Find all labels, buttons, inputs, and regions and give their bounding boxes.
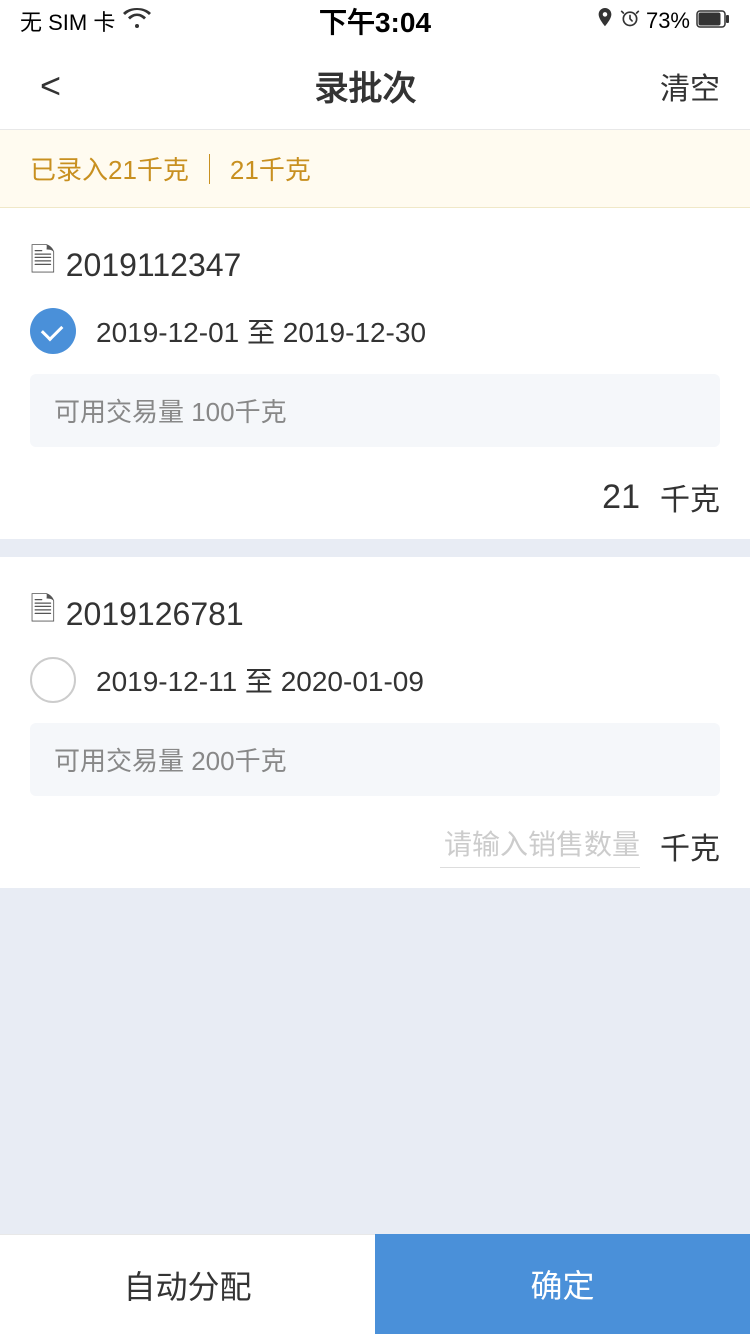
alarm-icon (620, 8, 640, 34)
batch-date-row-2[interactable]: 2019-12-11 至 2020-01-09 (30, 657, 720, 703)
section-divider (0, 539, 750, 557)
wifi-icon (123, 8, 151, 34)
batch-available-2: 可用交易量 200千克 (30, 723, 720, 796)
summary-label: 已录入21千克 (30, 150, 189, 187)
batch-id-row-2: 🗎 2019126781 (30, 587, 720, 641)
page-title: 录批次 (315, 61, 417, 110)
nav-bar: < 录批次 清空 (0, 42, 750, 130)
time-label: 下午3:04 (319, 1, 431, 41)
batch-item-1: 🗎 2019112347 2019-12-01 至 2019-12-30 可用交… (0, 208, 750, 447)
carrier-label: 无 SIM 卡 (20, 5, 115, 37)
quantity-unit-2: 千克 (660, 824, 720, 868)
doc-icon-1: 🗎 (30, 238, 56, 292)
battery-label: 73% (646, 8, 690, 34)
status-left: 无 SIM 卡 (20, 5, 151, 37)
summary-bar: 已录入21千克 21千克 (0, 130, 750, 208)
doc-icon-2: 🗎 (30, 587, 56, 641)
batch-date-1: 2019-12-01 至 2019-12-30 (96, 311, 426, 351)
quantity-input-wrap-2[interactable] (30, 824, 640, 868)
quantity-row-1: 21 千克 (0, 447, 750, 539)
quantity-row-2: 千克 (0, 796, 750, 888)
batch-date-2: 2019-12-11 至 2020-01-09 (96, 660, 424, 700)
batch-radio-1[interactable] (30, 308, 76, 354)
confirm-button[interactable]: 确定 (375, 1234, 750, 1334)
back-button[interactable]: < (30, 55, 71, 117)
batch-date-row-1[interactable]: 2019-12-01 至 2019-12-30 (30, 308, 720, 354)
quantity-value-1: 21 (602, 478, 640, 517)
batch-id-row-1: 🗎 2019112347 (30, 238, 720, 292)
batch-id-1: 2019112347 (66, 247, 242, 284)
battery-icon (696, 8, 730, 34)
summary-divider (209, 154, 210, 184)
quantity-input-2[interactable] (440, 824, 640, 868)
batch-id-2: 2019126781 (66, 596, 244, 633)
content-area: 🗎 2019112347 2019-12-01 至 2019-12-30 可用交… (0, 208, 750, 1312)
quantity-input-wrap-1: 21 (30, 478, 640, 517)
status-right: 73% (596, 8, 730, 34)
batch-available-1: 可用交易量 100千克 (30, 374, 720, 447)
bottom-bar: 自动分配 确定 (0, 1234, 750, 1334)
location-icon (596, 8, 614, 34)
status-bar: 无 SIM 卡 下午3:04 73% (0, 0, 750, 42)
auto-distribute-button[interactable]: 自动分配 (0, 1234, 375, 1334)
batch-item-2: 🗎 2019126781 2019-12-11 至 2020-01-09 可用交… (0, 557, 750, 796)
batch-radio-2[interactable] (30, 657, 76, 703)
clear-button[interactable]: 清空 (660, 64, 720, 108)
quantity-unit-1: 千克 (660, 475, 720, 519)
summary-value: 21千克 (230, 150, 311, 187)
